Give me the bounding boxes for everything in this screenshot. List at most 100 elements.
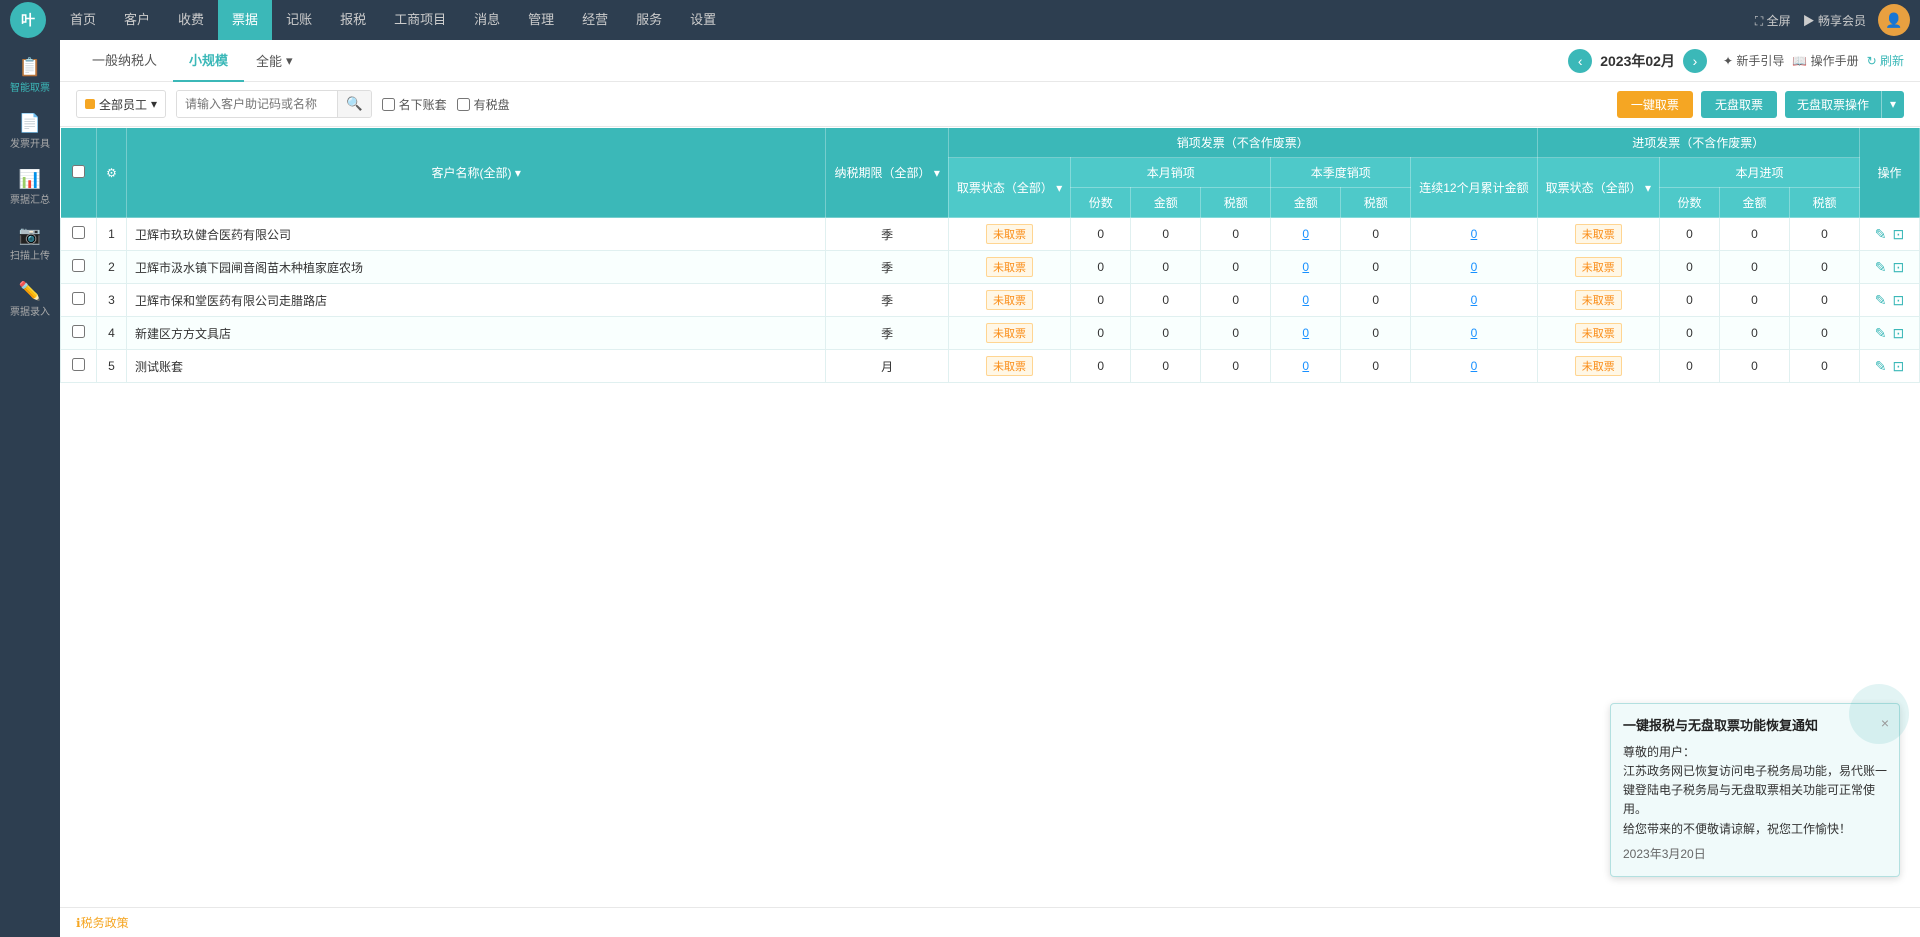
row-customer-cell: 新建区方方文具店 [127,317,826,350]
view-icon-0[interactable]: ⊡ [1893,226,1905,243]
next-period-button[interactable]: › [1683,49,1707,73]
diskless-ops-main-button[interactable]: 无盘取票操作 [1785,91,1881,118]
sales-quarter-amount-link[interactable]: 0 [1302,359,1309,373]
row-sales-month-count: 0 [1071,284,1131,317]
input-status-filter-icon[interactable]: ▾ [1645,181,1651,195]
nav-fee[interactable]: 收费 [164,0,218,40]
sales-quarter-amount-link[interactable]: 0 [1302,293,1309,307]
beginner-guide-link[interactable]: ✦ 新手引导 [1723,52,1784,69]
diskless-fetch-button[interactable]: 无盘取票 [1701,91,1777,118]
refresh-button[interactable]: ↻ 刷新 [1867,52,1904,69]
sales-year-total-link[interactable]: 0 [1471,293,1478,307]
sidebar-item-scan-upload[interactable]: 📷 扫描上传 [0,218,60,270]
nav-bookkeeping[interactable]: 记账 [272,0,326,40]
vip-btn[interactable]: ▶ 畅享会员 [1803,12,1866,29]
edit-icon-4[interactable]: ✎ [1875,358,1887,375]
sales-status-badge: 未取票 [986,323,1033,343]
quarter-sales-subheader: 本季度销项 [1271,158,1411,188]
table-row: 1 卫辉市玖玖健合医药有限公司 季 未取票 0 0 0 0 0 0 未取票 0 … [61,218,1920,251]
row-checkbox-0[interactable] [72,226,85,239]
employee-select[interactable]: 全部员工 ▾ [76,90,166,118]
sales-status-badge: 未取票 [986,257,1033,277]
nav-service[interactable]: 服务 [622,0,676,40]
diskless-ops-arrow-button[interactable]: ▾ [1881,91,1904,118]
nav-business[interactable]: 工商项目 [380,0,460,40]
edit-icon-2[interactable]: ✎ [1875,292,1887,309]
sales-quarter-amount-link[interactable]: 0 [1302,227,1309,241]
sales-year-total-link[interactable]: 0 [1471,227,1478,241]
view-icon-3[interactable]: ⊡ [1893,325,1905,342]
row-checkbox-1[interactable] [72,259,85,272]
nav-invoice[interactable]: 票据 [218,0,272,40]
search-button[interactable]: 🔍 [337,91,371,117]
row-input-month-tax: 0 [1790,317,1860,350]
row-checkbox-4[interactable] [72,358,85,371]
sidebar-item-open-invoice[interactable]: 📄 发票开具 [0,106,60,158]
nav-operation[interactable]: 经营 [568,0,622,40]
tax-policy-link[interactable]: 税务政策 [81,914,129,931]
edit-icon-1[interactable]: ✎ [1875,259,1887,276]
under-name-checkbox[interactable] [382,98,395,111]
sidebar-item-invoice-summary[interactable]: 📊 票据汇总 [0,162,60,214]
sidebar-item-smart-fetch[interactable]: 📋 智能取票 [0,50,60,102]
popup-close-button[interactable]: × [1881,712,1889,734]
row-sales-year-total: 0 [1411,350,1537,383]
sidebar-item-smart-fetch-label: 智能取票 [10,79,50,94]
row-input-status-cell: 未取票 [1537,284,1659,317]
select-all-checkbox[interactable] [72,165,85,178]
sales-year-total-link[interactable]: 0 [1471,359,1478,373]
has-tax-disk-checkbox[interactable] [457,98,470,111]
settings-icon[interactable]: ⚙ [106,166,117,180]
table-row: 4 新建区方方文具店 季 未取票 0 0 0 0 0 0 未取票 0 0 0 ✎… [61,317,1920,350]
tab-general-taxpayer[interactable]: 一般纳税人 [76,40,173,82]
nav-settings[interactable]: 设置 [676,0,730,40]
edit-icon-0[interactable]: ✎ [1875,226,1887,243]
nav-manage[interactable]: 管理 [514,0,568,40]
nav-customer[interactable]: 客户 [110,0,164,40]
sales-quarter-amount-link[interactable]: 0 [1302,260,1309,274]
nav-tax[interactable]: 报税 [326,0,380,40]
row-tax-period-cell: 季 [826,317,948,350]
under-name-checkbox-label[interactable]: 名下账套 [382,96,447,113]
row-sales-month-count: 0 [1071,350,1131,383]
view-icon-4[interactable]: ⊡ [1893,358,1905,375]
operation-manual-link[interactable]: 📖 操作手册 [1792,52,1858,69]
row-checkbox-2[interactable] [72,292,85,305]
input-status-badge: 未取票 [1575,224,1622,244]
row-checkbox-cell [61,284,97,317]
toolbar: 全部员工 ▾ 🔍 名下账套 有税盘 一键取票 无盘取票 无盘取票操作 ▾ [60,82,1920,127]
invoice-table: ⚙ 客户名称(全部) ▾ 纳税期限（全部） ▾ 销项发票（不含作废票） 进项发票… [60,127,1920,383]
fullscreen-btn[interactable]: ⛶ 全屏 [1755,12,1791,29]
edit-icon-3[interactable]: ✎ [1875,325,1887,342]
one-key-fetch-button[interactable]: 一键取票 [1617,91,1693,118]
view-icon-1[interactable]: ⊡ [1893,259,1905,276]
sales-quarter-amount-link[interactable]: 0 [1302,326,1309,340]
view-icon-2[interactable]: ⊡ [1893,292,1905,309]
prev-period-button[interactable]: ‹ [1568,49,1592,73]
popup-apology: 给您带来的不便敬请谅解，祝您工作愉快！ [1623,820,1887,839]
nav-home[interactable]: 首页 [56,0,110,40]
diskless-ops-split-button: 无盘取票操作 ▾ [1785,91,1904,118]
sales-year-total-link[interactable]: 0 [1471,326,1478,340]
customer-search-input[interactable] [177,91,337,117]
user-avatar[interactable]: 👤 [1878,4,1910,36]
sidebar-item-invoice-entry[interactable]: ✏️ 票据录入 [0,274,60,326]
tab-small-scale[interactable]: 小规模 [173,40,244,82]
row-input-month-amount: 0 [1720,317,1790,350]
row-input-month-count: 0 [1660,251,1720,284]
nav-message[interactable]: 消息 [460,0,514,40]
popup-body: 江苏政务网已恢复访问电子税务局功能，易代账一键登陆电子税务局与无盘取票相关功能可… [1623,762,1887,820]
row-customer-cell: 卫辉市玖玖健合医药有限公司 [127,218,826,251]
tax-period-filter-icon[interactable]: ▾ [934,166,940,180]
sales-year-total-link[interactable]: 0 [1471,260,1478,274]
tab-all[interactable]: 全能 ▾ [244,51,305,70]
row-checkbox-3[interactable] [72,325,85,338]
customer-filter-icon[interactable]: ▾ [515,166,521,180]
row-input-month-count: 0 [1660,317,1720,350]
row-sales-month-amount: 0 [1131,350,1201,383]
has-tax-disk-label: 有税盘 [474,96,510,113]
sales-status-filter-icon[interactable]: ▾ [1056,181,1062,195]
has-tax-disk-checkbox-label[interactable]: 有税盘 [457,96,510,113]
row-input-month-count: 0 [1660,218,1720,251]
row-sales-month-tax: 0 [1201,218,1271,251]
